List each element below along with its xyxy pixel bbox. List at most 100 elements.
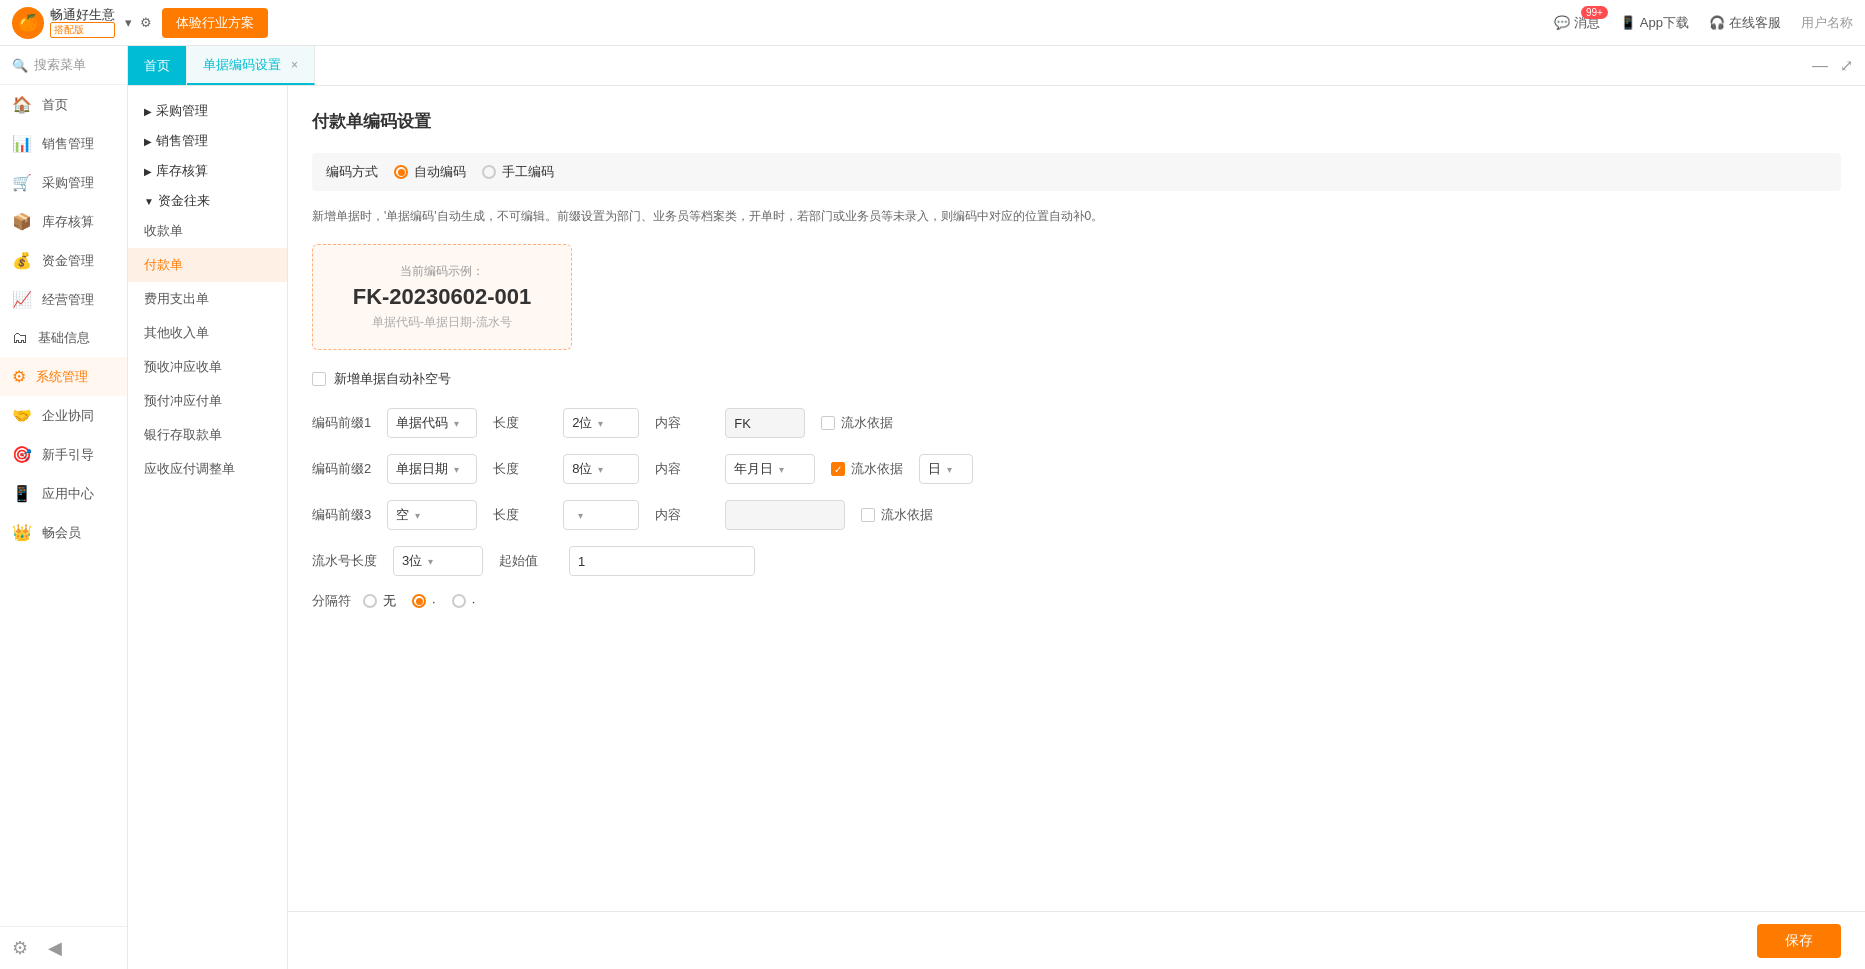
content2-label: 内容 [655,460,709,478]
start-value-label: 起始值 [499,552,553,570]
manual-encode-radio[interactable]: 手工编码 [482,163,554,181]
stream-check-3: 流水依据 [861,506,933,524]
serial-length-label: 流水号长度 [312,552,377,570]
start-value-input[interactable] [569,546,755,576]
serial-length-select[interactable]: 3位 ▾ [393,546,483,576]
sidebar-settings-icon[interactable]: ⚙ [12,937,28,959]
sep-dot1[interactable]: · [412,594,436,609]
sep-none[interactable]: 无 [363,592,396,610]
sidebar-item-system[interactable]: ⚙ 系统管理 [0,357,127,396]
app-download[interactable]: 📱 App下载 [1620,14,1689,32]
sub-nav-adjust[interactable]: 应收应付调整单 [128,452,287,486]
separator-label: 分隔符 [312,592,351,610]
sub-nav-group-purchase-label: 采购管理 [156,102,208,120]
sidebar-label-system: 系统管理 [36,368,88,386]
separator-row: 分隔符 无 · · [312,592,1841,610]
stream2-chevron: ▾ [947,464,952,475]
content2-select[interactable]: 年月日 ▾ [725,454,815,484]
length2-select[interactable]: 8位 ▾ [563,454,639,484]
sub-nav-group-inventory[interactable]: ▶ 库存核算 [128,154,287,184]
length3-select[interactable]: ▾ [563,500,639,530]
sidebar-label-operation: 经营管理 [42,291,94,309]
online-service[interactable]: 🎧 在线客服 [1709,14,1781,32]
length2-chevron: ▾ [598,464,603,475]
stream-check-2: ✓ 流水依据 [831,460,903,478]
sub-nav-income[interactable]: 其他收入单 [128,316,287,350]
sub-nav-bank[interactable]: 银行存取款单 [128,418,287,452]
sidebar-item-inventory[interactable]: 📦 库存核算 [0,202,127,241]
separator-options: 无 · · [363,592,475,610]
prefix2-select[interactable]: 单据日期 ▾ [387,454,477,484]
stream-checkbox-1[interactable] [821,416,835,430]
top-right: 💬 消息 99+ 📱 App下载 🎧 在线客服 用户名称 [1554,14,1853,32]
sub-nav-expense[interactable]: 费用支出单 [128,282,287,316]
operation-icon: 📈 [12,290,32,309]
logo: 🍊 畅通好生意 搭配版 [12,7,115,39]
finance-icon: 💰 [12,251,32,270]
search-label: 搜索菜单 [34,56,86,74]
chevron-capital: ▼ [144,196,154,207]
content3-label: 内容 [655,506,709,524]
stream-checkbox-3[interactable] [861,508,875,522]
sidebar-item-enterprise[interactable]: 🤝 企业协同 [0,396,127,435]
content3-input [725,500,845,530]
page-title: 付款单编码设置 [312,110,1841,133]
sub-nav: ▶ 采购管理 ▶ 销售管理 ▶ 库存核算 ▼ 资金往来 收款单 [128,86,288,969]
sidebar-item-member[interactable]: 👑 畅会员 [0,513,127,552]
expand-icon[interactable]: ⤢ [1840,56,1853,75]
sidebar-item-home[interactable]: 🏠 首页 [0,85,127,124]
sub-nav-group-inventory-label: 库存核算 [156,162,208,180]
sub-nav-pre-receipt[interactable]: 预收冲应收单 [128,350,287,384]
system-icon: ⚙ [12,367,26,386]
sidebar-item-guide[interactable]: 🎯 新手引导 [0,435,127,474]
tab-home[interactable]: 首页 [128,46,187,85]
message-icon[interactable]: 💬 消息 99+ [1554,14,1600,32]
search-menu[interactable]: 🔍 搜索菜单 [0,46,127,85]
sidebar-item-sales[interactable]: 📊 销售管理 [0,124,127,163]
sub-nav-receipt[interactable]: 收款单 [128,214,287,248]
sidebar-label-member: 畅会员 [42,524,81,542]
sidebar-item-basic[interactable]: 🗂 基础信息 [0,319,127,357]
prefix3-select[interactable]: 空 ▾ [387,500,477,530]
sidebar: 🔍 搜索菜单 🏠 首页 📊 销售管理 🛒 采购管理 📦 库存核算 💰 资金管理 … [0,46,128,969]
tab-encode-label: 单据编码设置 [203,56,281,74]
prefix2-label: 编码前缀2 [312,460,371,478]
stream2-select[interactable]: 日 ▾ [919,454,973,484]
prefix1-select[interactable]: 单据代码 ▾ [387,408,477,438]
prefix3-label: 编码前缀3 [312,506,371,524]
stream-checkbox-2[interactable]: ✓ [831,462,845,476]
sidebar-label-home: 首页 [42,96,68,114]
trial-button[interactable]: 体验行业方案 [162,8,268,38]
enterprise-icon: 🤝 [12,406,32,425]
length1-select[interactable]: 2位 ▾ [563,408,639,438]
stream-check-1: 流水依据 [821,414,893,432]
auto-fill-checkbox[interactable] [312,372,326,386]
settings-icon[interactable]: ⚙ [140,15,152,30]
dropdown-icon[interactable]: ▾ [125,15,132,30]
sidebar-collapse-icon[interactable]: ◀ [48,937,62,959]
tab-close-icon[interactable]: × [291,58,298,72]
sidebar-item-app[interactable]: 📱 应用中心 [0,474,127,513]
sub-nav-group-purchase[interactable]: ▶ 采购管理 [128,94,287,124]
tab-encode-settings[interactable]: 单据编码设置 × [187,46,315,85]
sidebar-item-finance[interactable]: 💰 资金管理 [0,241,127,280]
length1-label: 长度 [493,414,547,432]
sub-nav-payment[interactable]: 付款单 [128,248,287,282]
sales-icon: 📊 [12,134,32,153]
user-name[interactable]: 用户名称 [1801,14,1853,32]
radio-group: 自动编码 手工编码 [394,163,554,181]
auto-fill-row: 新增单据自动补空号 [312,370,1841,388]
save-button[interactable]: 保存 [1757,924,1841,958]
minimize-icon[interactable]: — [1812,57,1828,75]
auto-encode-radio[interactable]: 自动编码 [394,163,466,181]
chevron-sales: ▶ [144,136,152,147]
sub-nav-pre-payment[interactable]: 预付冲应付单 [128,384,287,418]
basic-icon: 🗂 [12,329,28,347]
sub-nav-group-sales[interactable]: ▶ 销售管理 [128,124,287,154]
top-nav: ▾ ⚙ [125,15,152,30]
sidebar-item-operation[interactable]: 📈 经营管理 [0,280,127,319]
member-icon: 👑 [12,523,32,542]
sep-dot2[interactable]: · [452,594,476,609]
sidebar-item-purchase[interactable]: 🛒 采购管理 [0,163,127,202]
sub-nav-group-capital[interactable]: ▼ 资金往来 [128,184,287,214]
